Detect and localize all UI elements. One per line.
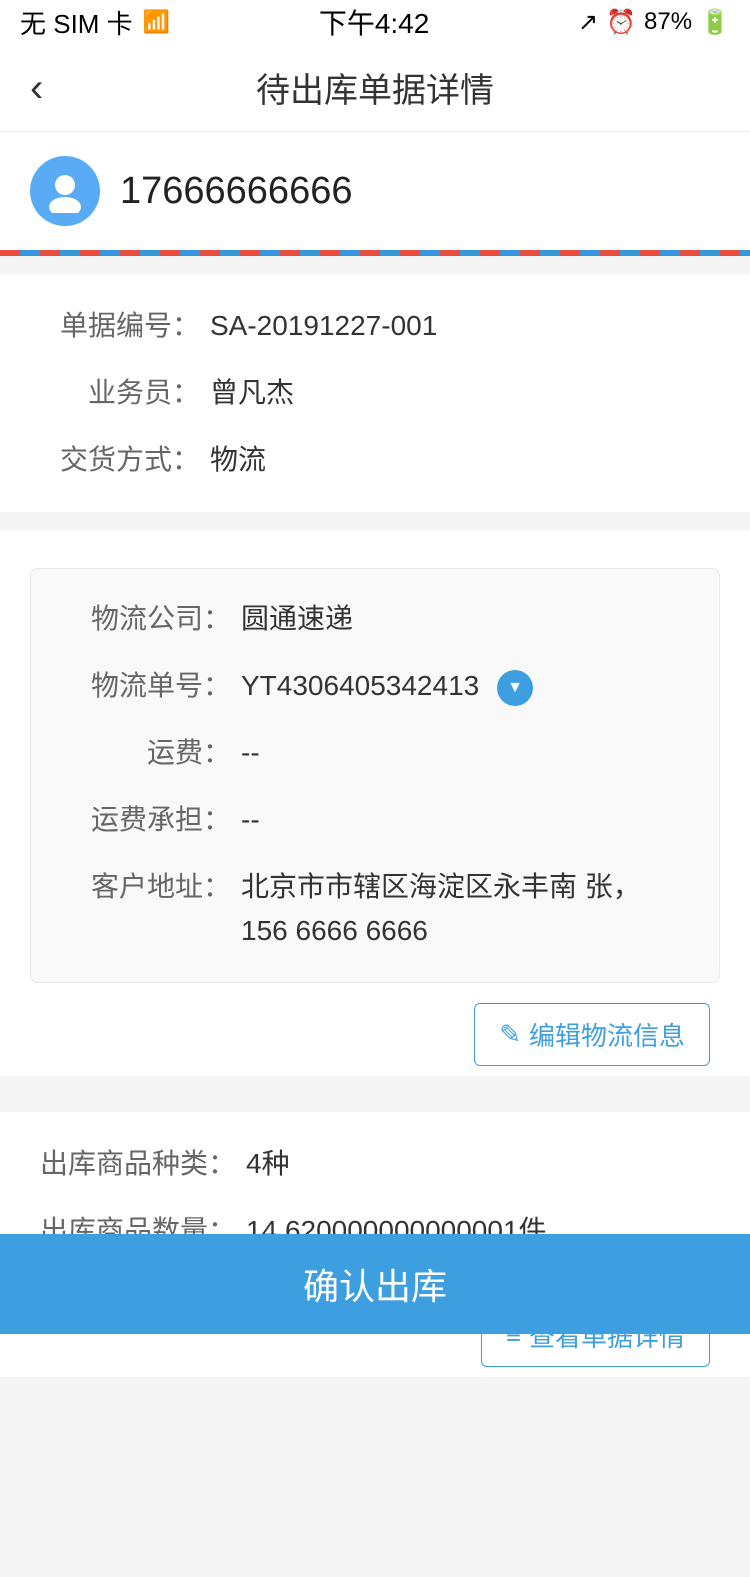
edit-icon: ✎ (499, 1019, 521, 1050)
back-button[interactable]: ‹ (30, 68, 43, 108)
battery-icon: 🔋 (700, 8, 730, 37)
freight-bear-label: 运费承担： (71, 798, 231, 843)
wifi-icon: 📶 (143, 9, 170, 35)
battery-text: 87% (644, 8, 692, 36)
page-title: 待出库单据详情 (256, 63, 494, 112)
edit-logistics-button[interactable]: ✎ 编辑物流信息 (474, 1003, 710, 1066)
customer-phone: 17666666666 (120, 170, 352, 213)
delivery-value: 物流 (200, 438, 710, 483)
address-row: 客户地址： 北京市市辖区海淀区永丰南 张，156 6666 6666 (71, 865, 679, 955)
user-avatar-icon (43, 169, 87, 213)
document-no-row: 单据编号： SA-20191227-001 (40, 304, 710, 349)
document-no-value: SA-20191227-001 (200, 304, 710, 349)
address-value: 北京市市辖区海淀区永丰南 张，156 6666 6666 (231, 865, 679, 955)
logistics-company-label: 物流公司： (71, 597, 231, 642)
status-right: ↗ ⏰ 87% 🔋 (578, 8, 730, 37)
status-time: 下午4:42 (319, 2, 430, 42)
status-bar: 无 SIM 卡 📶 下午4:42 ↗ ⏰ 87% 🔋 (0, 0, 750, 44)
logistics-section: 物流公司： 圆通速递 物流单号： YT4306405342413 运费： -- … (30, 568, 720, 983)
nav-bar: ‹ 待出库单据详情 (0, 44, 750, 132)
tracking-label: 物流单号： (71, 664, 231, 709)
status-left: 无 SIM 卡 📶 (20, 4, 170, 41)
freight-value: -- (231, 731, 679, 776)
logistics-outer: 物流公司： 圆通速递 物流单号： YT4306405342413 运费： -- … (0, 530, 750, 1076)
location-status-icon: ↗ (578, 8, 598, 37)
freight-label: 运费： (71, 731, 231, 776)
delivery-row: 交货方式： 物流 (40, 438, 710, 483)
goods-types-label: 出库商品种类： (40, 1142, 236, 1187)
logistics-company-row: 物流公司： 圆通速递 (71, 597, 679, 642)
carrier-text: 无 SIM 卡 (20, 4, 133, 41)
confirm-btn-wrap: 确认出库 (0, 1234, 750, 1334)
bottom-spacer (0, 1377, 750, 1577)
tracking-num-row: 物流单号： YT4306405342413 (71, 664, 679, 709)
tracking-value: YT4306405342413 (231, 664, 679, 709)
salesman-value: 曾凡杰 (200, 371, 710, 416)
alarm-icon: ⏰ (606, 8, 636, 37)
document-no-label: 单据编号： (40, 304, 200, 349)
dashed-divider (0, 250, 750, 256)
order-info-section: 单据编号： SA-20191227-001 业务员： 曾凡杰 交货方式： 物流 (0, 274, 750, 512)
customer-header: 17666666666 (0, 132, 750, 250)
freight-row: 运费： -- (71, 731, 679, 776)
avatar (30, 156, 100, 226)
salesman-row: 业务员： 曾凡杰 (40, 371, 710, 416)
salesman-label: 业务员： (40, 371, 200, 416)
edit-btn-label: 编辑物流信息 (529, 1016, 685, 1053)
logistics-company-value: 圆通速递 (231, 597, 679, 642)
freight-bear-value: -- (231, 798, 679, 843)
goods-types-row: 出库商品种类： 4种 (40, 1142, 710, 1187)
location-tracking-icon[interactable] (497, 670, 533, 706)
delivery-label: 交货方式： (40, 438, 200, 483)
goods-types-value: 4种 (236, 1142, 710, 1187)
address-label: 客户地址： (71, 865, 231, 910)
confirm-button[interactable]: 确认出库 (0, 1234, 750, 1334)
edit-btn-wrap: ✎ 编辑物流信息 (0, 983, 750, 1076)
section-divider-1 (0, 1076, 750, 1094)
freight-bear-row: 运费承担： -- (71, 798, 679, 843)
